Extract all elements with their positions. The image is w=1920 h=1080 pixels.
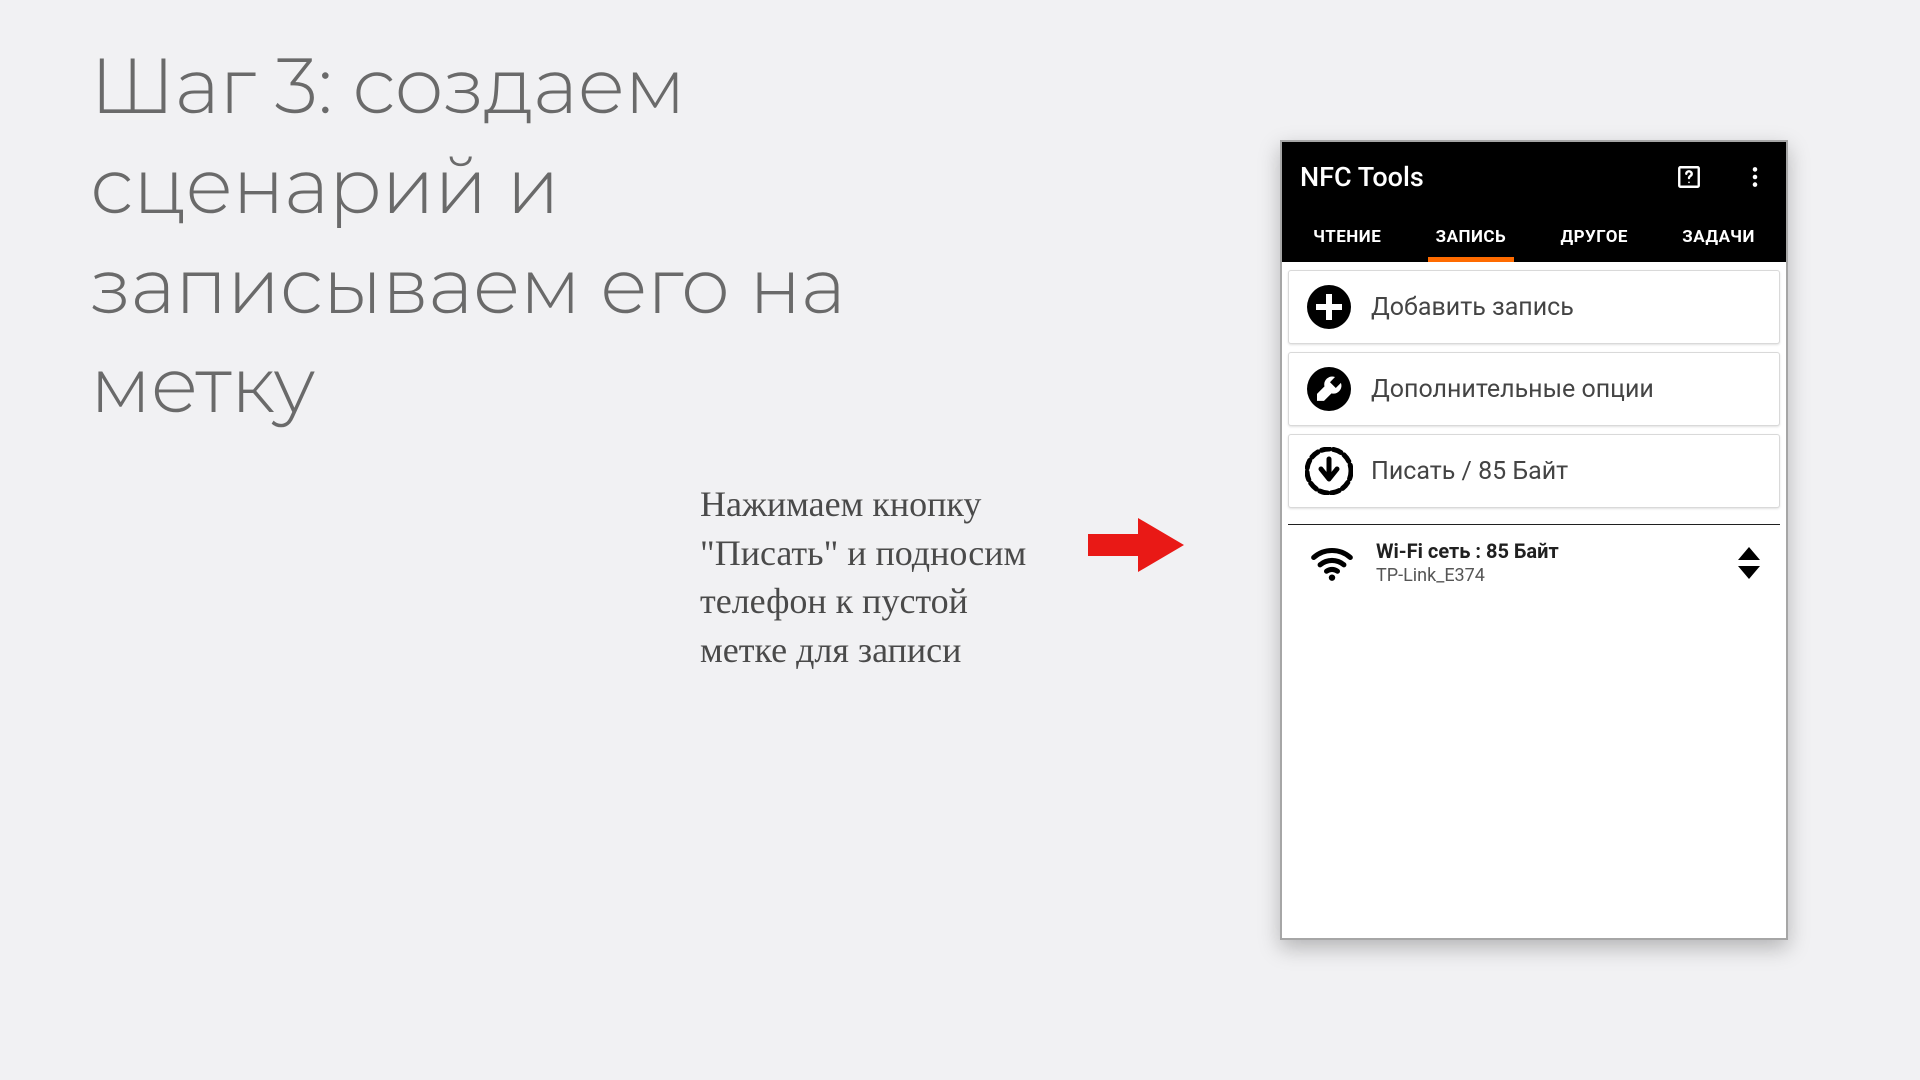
more-options-button[interactable]: Дополнительные опции: [1288, 352, 1780, 426]
record-text: Wi-Fi сеть : 85 Байт TP-Link_E374: [1376, 539, 1736, 586]
instruction-text: Нажимаем кнопку "Писать" и подносим теле…: [700, 480, 1060, 674]
app-bar-actions: [1676, 164, 1768, 190]
add-record-label: Добавить запись: [1371, 293, 1574, 322]
app-title: NFC Tools: [1300, 161, 1424, 193]
app-bar: NFC Tools: [1282, 142, 1786, 212]
help-icon[interactable]: [1676, 164, 1702, 190]
content-area: Добавить запись Дополнительные опции Пис…: [1282, 262, 1786, 938]
download-circle-icon: [1305, 447, 1353, 495]
write-label: Писать / 85 Байт: [1371, 457, 1568, 486]
record-row-wifi[interactable]: Wi-Fi сеть : 85 Байт TP-Link_E374: [1288, 525, 1780, 600]
add-record-button[interactable]: Добавить запись: [1288, 270, 1780, 344]
wrench-circle-icon: [1305, 365, 1353, 413]
arrow-right-icon: [1080, 510, 1190, 580]
more-options-label: Дополнительные опции: [1371, 375, 1654, 404]
tab-other[interactable]: ДРУГОЕ: [1554, 212, 1634, 262]
tab-write[interactable]: ЗАПИСЬ: [1430, 212, 1513, 262]
plus-circle-icon: [1305, 283, 1353, 331]
record-subtitle: TP-Link_E374: [1376, 565, 1736, 586]
wifi-icon: [1310, 541, 1354, 585]
slide-heading: Шаг 3: создаем сценарий и записываем его…: [90, 36, 990, 435]
tab-read[interactable]: ЧТЕНИЕ: [1307, 212, 1387, 262]
sort-handle-icon[interactable]: [1736, 545, 1762, 581]
write-button[interactable]: Писать / 85 Байт: [1288, 434, 1780, 508]
record-title: Wi-Fi сеть : 85 Байт: [1376, 539, 1736, 563]
phone-screenshot: NFC Tools ЧТЕНИЕ ЗАПИСЬ ДРУГОЕ ЗАДАЧИ: [1280, 140, 1788, 940]
overflow-menu-icon[interactable]: [1742, 164, 1768, 190]
tab-tasks[interactable]: ЗАДАЧИ: [1676, 212, 1761, 262]
tab-bar: ЧТЕНИЕ ЗАПИСЬ ДРУГОЕ ЗАДАЧИ: [1282, 212, 1786, 262]
